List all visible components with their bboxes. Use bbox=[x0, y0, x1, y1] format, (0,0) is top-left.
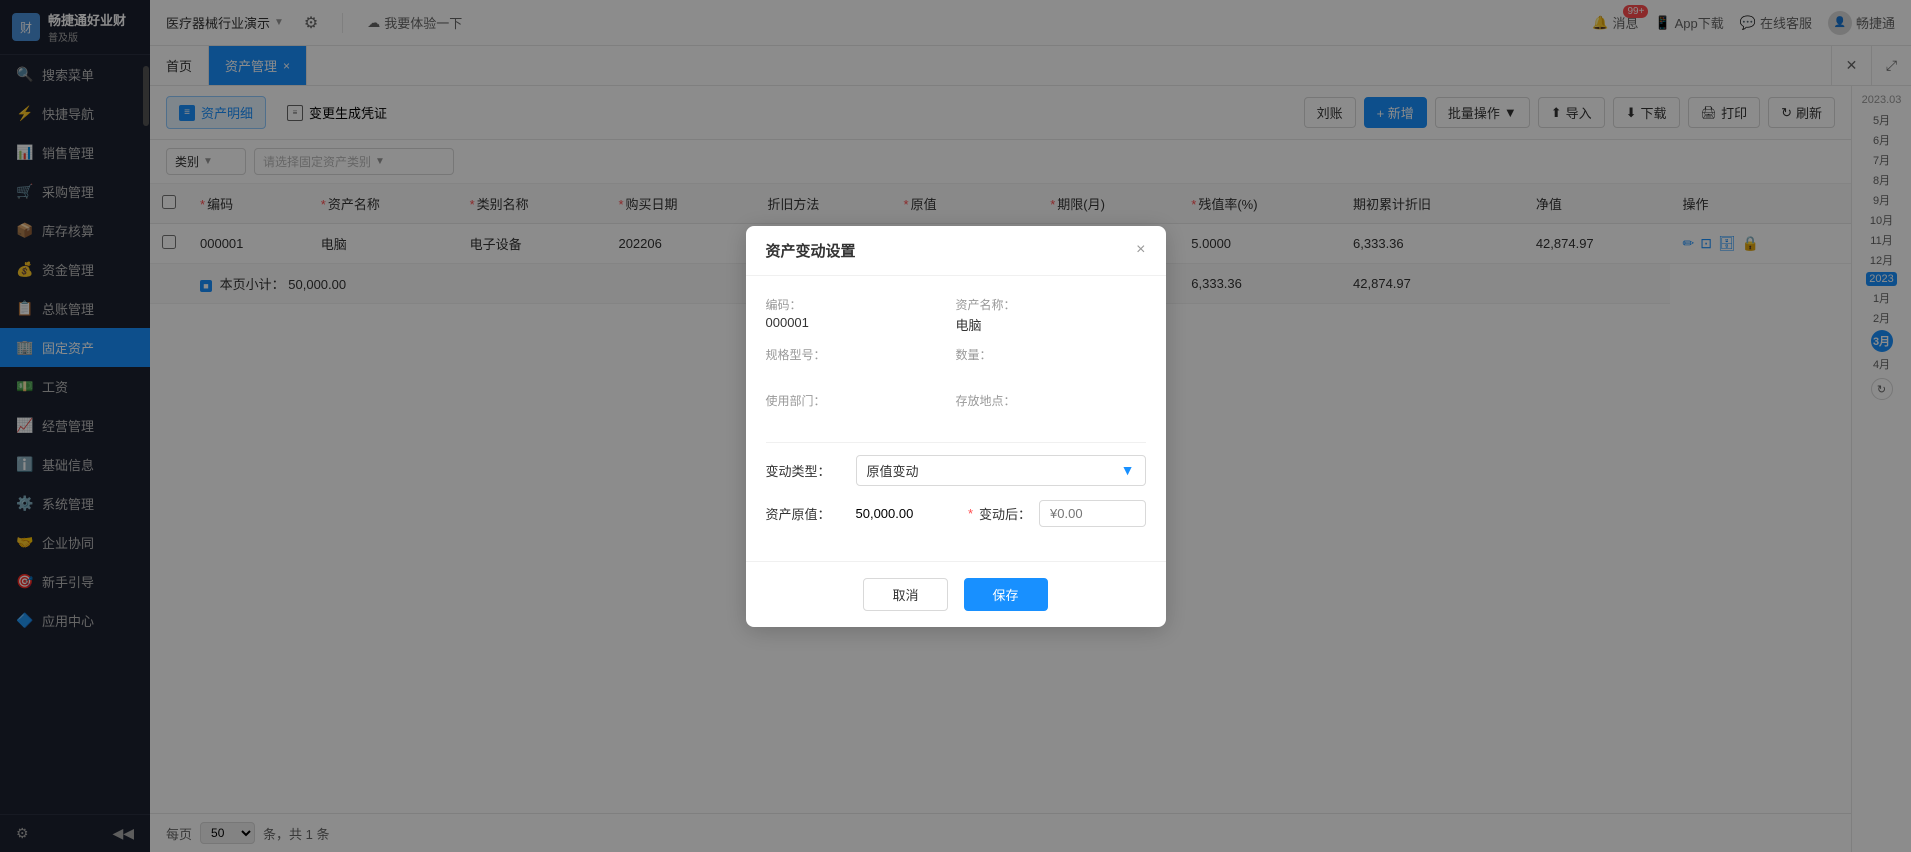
modal-footer: 取消 保存 bbox=[746, 561, 1166, 627]
location-label: 存放地点： bbox=[956, 392, 1146, 409]
change-type-select[interactable]: 原值变动 ▼ bbox=[856, 455, 1146, 486]
change-type-row: 变动类型： 原值变动 ▼ bbox=[766, 455, 1146, 486]
code-value: 000001 bbox=[766, 315, 956, 330]
change-type-value: 原值变动 bbox=[867, 461, 919, 480]
spec-label: 规格型号： bbox=[766, 346, 956, 363]
qty-label: 数量： bbox=[956, 346, 1146, 363]
change-type-arrow-icon: ▼ bbox=[1121, 462, 1135, 478]
save-button[interactable]: 保存 bbox=[964, 578, 1048, 611]
after-value-input[interactable] bbox=[1039, 500, 1145, 527]
info-code: 编码： 000001 bbox=[766, 296, 956, 334]
info-name: 资产名称： 电脑 bbox=[956, 296, 1146, 334]
asset-name-value: 电脑 bbox=[956, 315, 1146, 334]
original-value-row: 资产原值： 50,000.00 * 变动后： bbox=[766, 500, 1146, 527]
modal-overlay: 资产变动设置 × 编码： 000001 资产名称： 电脑 规格型号： 数量： bbox=[0, 0, 1911, 852]
asset-change-modal: 资产变动设置 × 编码： 000001 资产名称： 电脑 规格型号： 数量： bbox=[746, 226, 1166, 627]
after-value-control bbox=[1039, 500, 1145, 527]
save-label: 保存 bbox=[993, 588, 1019, 603]
modal-header: 资产变动设置 × bbox=[746, 226, 1166, 276]
required-star: * bbox=[968, 506, 973, 521]
info-location: 存放地点： bbox=[956, 392, 1146, 426]
after-label: 变动后： bbox=[979, 504, 1039, 523]
dept-value bbox=[766, 411, 956, 426]
info-dept: 使用部门： bbox=[766, 392, 956, 426]
cancel-label: 取消 bbox=[892, 588, 918, 603]
modal-body: 编码： 000001 资产名称： 电脑 规格型号： 数量： 使用部门： bbox=[746, 276, 1166, 561]
change-type-control: 原值变动 ▼ bbox=[856, 455, 1146, 486]
original-value-value: 50,000.00 bbox=[856, 506, 914, 521]
original-value-label: 资产原值： bbox=[766, 504, 856, 523]
modal-divider bbox=[766, 442, 1146, 443]
info-spec: 规格型号： bbox=[766, 346, 956, 380]
modal-close-icon[interactable]: × bbox=[1136, 241, 1145, 259]
dept-label: 使用部门： bbox=[766, 392, 956, 409]
spec-value bbox=[766, 365, 956, 380]
original-value-display: 50,000.00 bbox=[856, 506, 962, 521]
qty-value bbox=[956, 365, 1146, 380]
modal-title: 资产变动设置 bbox=[766, 240, 856, 261]
asset-name-label: 资产名称： bbox=[956, 296, 1146, 313]
location-value bbox=[956, 411, 1146, 426]
cancel-button[interactable]: 取消 bbox=[863, 578, 947, 611]
code-label: 编码： bbox=[766, 296, 956, 313]
modal-info-grid: 编码： 000001 资产名称： 电脑 规格型号： 数量： 使用部门： bbox=[766, 296, 1146, 426]
info-qty: 数量： bbox=[956, 346, 1146, 380]
change-type-label: 变动类型： bbox=[766, 461, 856, 480]
